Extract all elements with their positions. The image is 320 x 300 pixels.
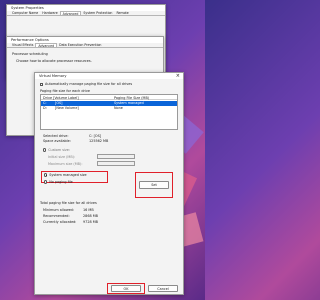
tab-system-protection[interactable]: System Protection [81, 11, 114, 16]
no-paging-radio-row[interactable]: No paging file [44, 180, 73, 184]
auto-manage-checkbox-row[interactable]: Automatically manage paging file size fo… [40, 82, 132, 86]
custom-size-radio[interactable] [43, 148, 47, 152]
recommended-value: 2868 MB [83, 214, 98, 218]
tab-data-execution-prevention[interactable]: Data Execution Prevention [57, 43, 103, 48]
tab-visual-effects[interactable]: Visual Effects [10, 43, 35, 48]
row-drive-letter: D: [43, 106, 47, 110]
no-paging-radio[interactable] [44, 180, 48, 184]
column-header-size[interactable]: Paging File Size (MB) [114, 96, 149, 100]
system-managed-radio[interactable] [44, 173, 48, 177]
tab-hardware[interactable]: Hardware [40, 11, 59, 16]
processor-scheduling-description: Choose how to allocate processor resourc… [16, 59, 92, 63]
column-header-drive[interactable]: Drive [Volume Label] [43, 96, 79, 100]
selected-drive-label: Selected drive: [43, 134, 69, 138]
cancel-button[interactable]: Cancel [148, 285, 178, 292]
auto-manage-label: Automatically manage paging file size fo… [45, 82, 133, 86]
minimum-allowed-value: 16 MB [83, 208, 94, 212]
minimum-allowed-label: Minimum allowed: [43, 208, 74, 212]
performance-options-tabs: Visual Effects Advanced Data Execution P… [7, 42, 163, 48]
initial-size-input[interactable] [97, 154, 135, 159]
system-managed-radio-row[interactable]: System managed size [44, 173, 87, 177]
row-drive-letter: C: [43, 101, 47, 105]
auto-manage-checkbox[interactable] [40, 82, 43, 86]
tab-advanced[interactable]: Advanced [35, 42, 58, 48]
system-managed-label: System managed size [49, 173, 87, 177]
per-drive-heading: Paging file size for each drive [40, 89, 90, 93]
no-paging-label: No paging file [49, 180, 73, 184]
table-header: Drive [Volume Label] Paging File Size (M… [41, 95, 177, 100]
row-volume-label: [New Volume] [55, 106, 79, 110]
currently-allocated-value: 9728 MB [83, 220, 98, 224]
drive-table: Drive [Volume Label] Paging File Size (M… [40, 94, 178, 130]
row-size: System managed [114, 101, 144, 105]
virtual-memory-title: Virtual Memory [39, 74, 67, 78]
set-button[interactable]: Set [139, 181, 169, 189]
space-available-value: 125562 MB [89, 139, 109, 143]
virtual-memory-dialog: Virtual Memory × Automatically manage pa… [34, 72, 184, 295]
table-row[interactable]: D: [New Volume] None [41, 106, 177, 111]
custom-size-label: Custom size: [48, 148, 70, 152]
selected-drive-value: C: [OS] [89, 134, 102, 138]
initial-size-label: Initial size (MB): [48, 155, 76, 159]
totals-heading: Total paging file size for all drives [40, 201, 97, 205]
currently-allocated-label: Currently allocated: [43, 220, 77, 224]
row-volume-label: [OS] [55, 101, 63, 105]
tab-advanced[interactable]: Advanced [59, 10, 82, 16]
close-icon[interactable]: × [176, 73, 180, 79]
ok-button[interactable]: OK [111, 285, 141, 292]
custom-size-radio-row[interactable]: Custom size: [43, 148, 70, 152]
tab-computer-name[interactable]: Computer Name [10, 11, 40, 16]
system-properties-tabs: Computer Name Hardware Advanced System P… [7, 10, 165, 16]
processor-scheduling-heading: Processor scheduling [12, 52, 48, 56]
virtual-memory-titlebar: Virtual Memory × [35, 73, 183, 79]
space-available-label: Space available: [43, 139, 71, 143]
maximum-size-label: Maximum size (MB): [48, 162, 83, 166]
maximum-size-input[interactable] [97, 161, 135, 166]
row-size: None [114, 106, 123, 110]
recommended-label: Recommended: [43, 214, 70, 218]
tab-remote[interactable]: Remote [114, 11, 130, 16]
